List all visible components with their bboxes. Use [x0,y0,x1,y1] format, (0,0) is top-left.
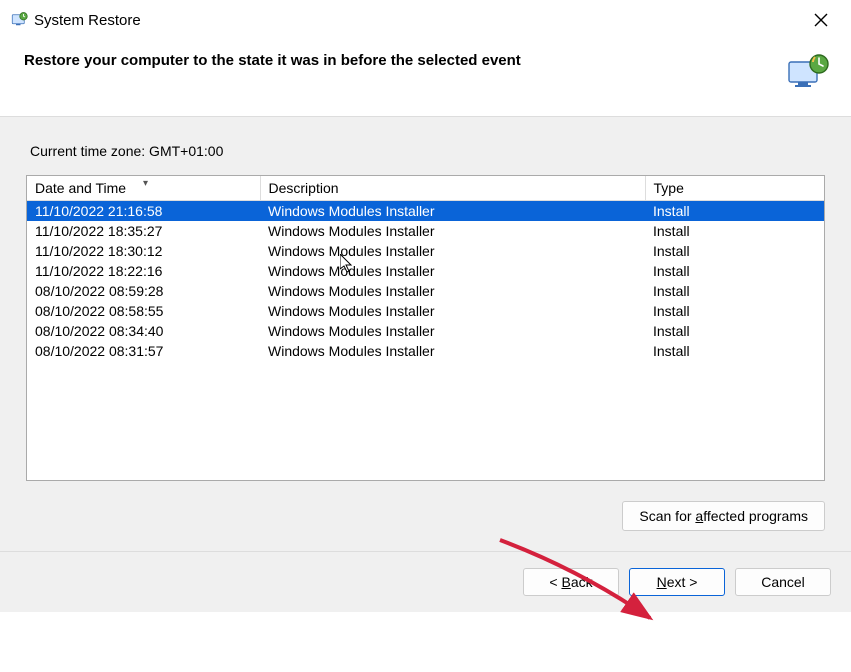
cell-date: 11/10/2022 18:30:12 [27,241,260,261]
scan-affected-programs-button[interactable]: Scan for affected programs [622,501,825,531]
back-prefix: < [549,574,561,590]
cell-type: Install [645,281,824,301]
close-button[interactable] [805,6,837,34]
cell-date: 11/10/2022 21:16:58 [27,201,260,222]
headline-bar: Restore your computer to the state it wa… [0,40,851,117]
headline-text: Restore your computer to the state it wa… [24,52,521,69]
next-mnemonic: N [657,574,667,590]
cell-type: Install [645,241,824,261]
column-header-date-label: Date and Time [35,180,126,196]
cell-type: Install [645,321,824,341]
cell-desc: Windows Modules Installer [260,201,645,222]
table-row[interactable]: 11/10/2022 18:30:12Windows Modules Insta… [27,241,824,261]
wizard-button-bar: < Back Next > Cancel [0,551,851,612]
cell-desc: Windows Modules Installer [260,241,645,261]
table-row[interactable]: 08/10/2022 08:59:28Windows Modules Insta… [27,281,824,301]
cell-date: 08/10/2022 08:58:55 [27,301,260,321]
back-mnemonic: B [561,574,570,590]
cell-desc: Windows Modules Installer [260,261,645,281]
scan-suffix: ffected programs [703,508,808,524]
scan-prefix: Scan for [639,508,695,524]
column-header-type[interactable]: Type [645,176,824,201]
back-suffix: ack [571,574,593,590]
table-row[interactable]: 08/10/2022 08:31:57Windows Modules Insta… [27,341,824,361]
cell-date: 08/10/2022 08:34:40 [27,321,260,341]
column-header-date[interactable]: Date and Time ▾ [27,176,260,201]
titlebar: System Restore [0,0,851,40]
content-area: Current time zone: GMT+01:00 Date and Ti… [0,117,851,551]
cell-desc: Windows Modules Installer [260,341,645,361]
cell-type: Install [645,301,824,321]
table-row[interactable]: 08/10/2022 08:58:55Windows Modules Insta… [27,301,824,321]
back-button[interactable]: < Back [523,568,619,596]
next-suffix: ext > [667,574,698,590]
sort-descending-icon: ▾ [143,178,148,189]
cell-date: 08/10/2022 08:59:28 [27,281,260,301]
cancel-button[interactable]: Cancel [735,568,831,596]
cell-desc: Windows Modules Installer [260,281,645,301]
cell-desc: Windows Modules Installer [260,301,645,321]
system-restore-icon-large [785,52,829,92]
cell-type: Install [645,221,824,241]
column-header-description[interactable]: Description [260,176,645,201]
cell-date: 11/10/2022 18:35:27 [27,221,260,241]
cell-type: Install [645,201,824,222]
cell-date: 08/10/2022 08:31:57 [27,341,260,361]
table-row[interactable]: 11/10/2022 18:22:16Windows Modules Insta… [27,261,824,281]
table-row[interactable]: 11/10/2022 18:35:27Windows Modules Insta… [27,221,824,241]
cell-type: Install [645,261,824,281]
cell-type: Install [645,341,824,361]
cell-desc: Windows Modules Installer [260,321,645,341]
next-button[interactable]: Next > [629,568,725,596]
table-row[interactable]: 11/10/2022 21:16:58Windows Modules Insta… [27,201,824,222]
column-header-desc-label: Description [269,180,339,196]
window-title: System Restore [34,12,141,29]
timezone-label: Current time zone: GMT+01:00 [26,143,825,159]
close-icon [814,13,828,27]
cell-date: 11/10/2022 18:22:16 [27,261,260,281]
restore-points-table: Date and Time ▾ Description Type 11/10/2… [26,175,825,481]
cell-desc: Windows Modules Installer [260,221,645,241]
system-restore-icon [10,11,28,29]
column-header-type-label: Type [654,180,684,196]
table-row[interactable]: 08/10/2022 08:34:40Windows Modules Insta… [27,321,824,341]
